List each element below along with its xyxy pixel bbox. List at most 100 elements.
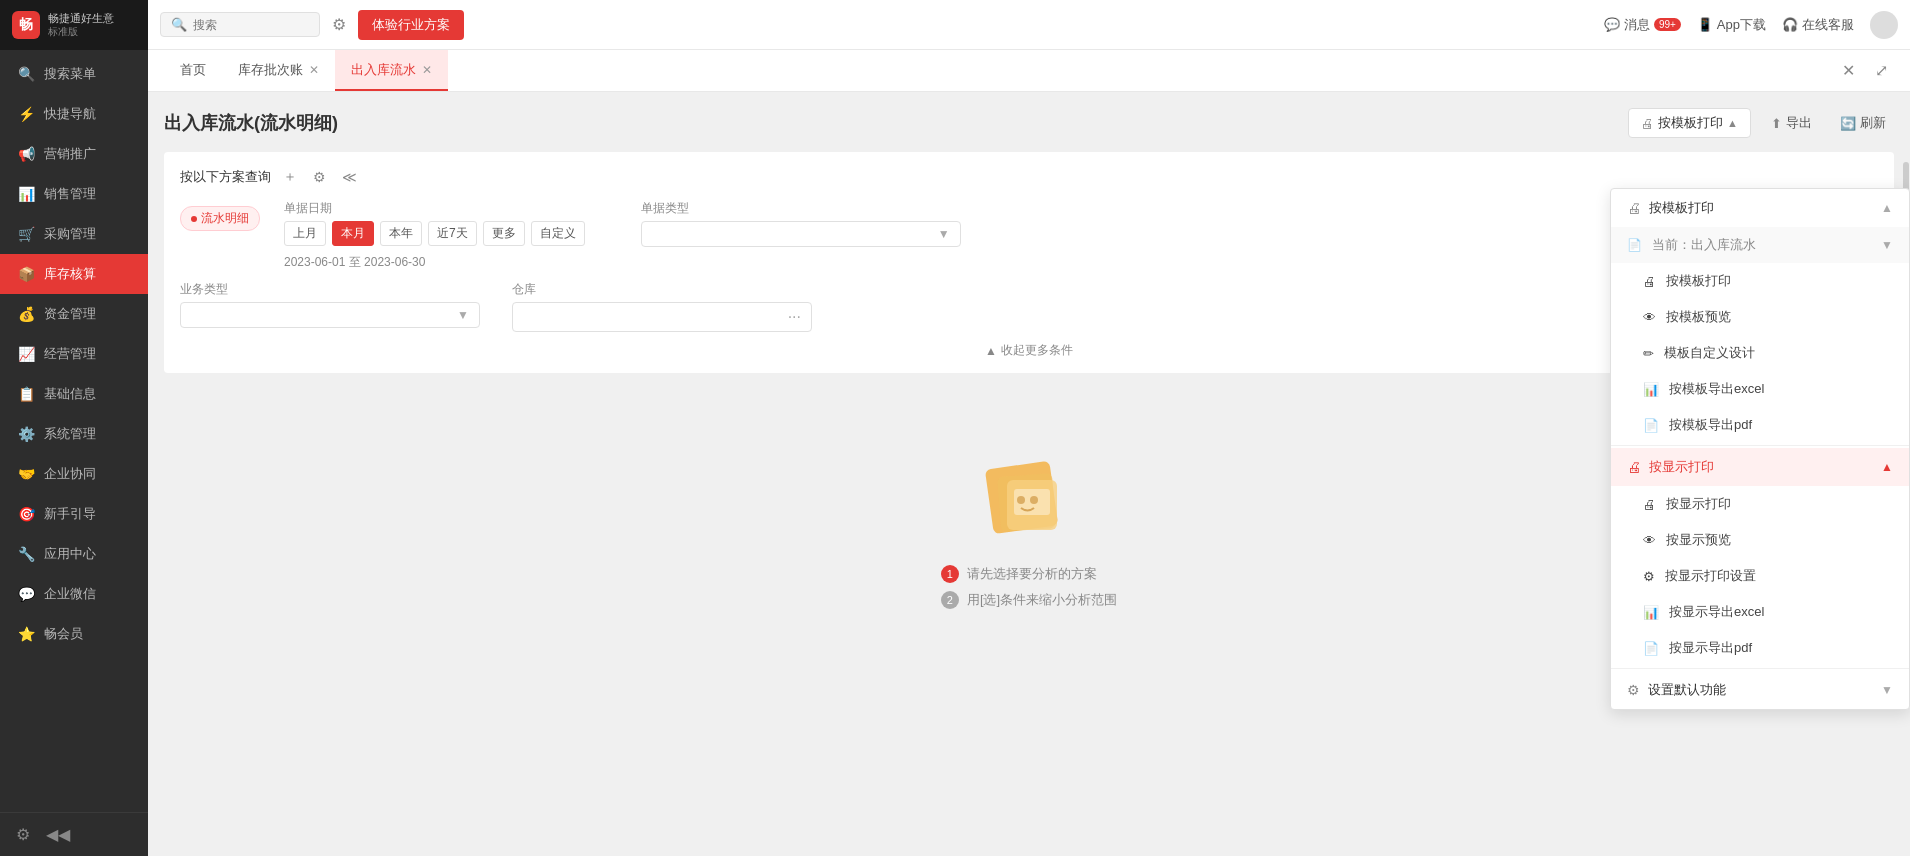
display-print-item-icon: 🖨 bbox=[1643, 497, 1656, 512]
display-print-section-header[interactable]: 🖨 按显示打印 ▲ bbox=[1611, 448, 1909, 486]
display-export-pdf-item[interactable]: 📄 按显示导出pdf bbox=[1611, 630, 1909, 666]
template-custom-label: 模板自定义设计 bbox=[1664, 344, 1755, 362]
template-print-item[interactable]: 🖨 按模板打印 bbox=[1611, 263, 1909, 299]
current-template-label: 📄 当前：出入库流水 ▼ bbox=[1611, 227, 1909, 263]
template-preview-icon: 👁 bbox=[1643, 310, 1656, 325]
sidebar-item-sales[interactable]: 📊 销售管理 bbox=[0, 174, 148, 214]
template-custom-item[interactable]: ✏ 模板自定义设计 bbox=[1611, 335, 1909, 371]
display-preview-item[interactable]: 👁 按显示预览 bbox=[1611, 522, 1909, 558]
tab-stock-flow[interactable]: 出入库流水 ✕ bbox=[335, 50, 448, 91]
biz-type-label: 业务类型 bbox=[180, 281, 480, 298]
set-default-chevron: ▼ bbox=[1881, 683, 1893, 697]
customer-service-label: 在线客服 bbox=[1802, 16, 1854, 34]
messages-button[interactable]: 💬 消息 99+ bbox=[1604, 16, 1681, 34]
filter-header: 按以下方案查询 ＋ ⚙ ≪ bbox=[180, 166, 1878, 188]
set-default-header[interactable]: ⚙ 设置默认功能 ▼ bbox=[1611, 671, 1909, 709]
sidebar-item-wechat[interactable]: 💬 企业微信 bbox=[0, 574, 148, 614]
display-export-excel-item[interactable]: 📊 按显示导出excel bbox=[1611, 594, 1909, 630]
chevron-down-icon: ▼ bbox=[938, 227, 950, 241]
sidebar-item-app-center[interactable]: 🔧 应用中心 bbox=[0, 534, 148, 574]
filter-tag[interactable]: 流水明细 bbox=[180, 206, 260, 231]
sidebar-item-inventory[interactable]: 📦 库存核算 bbox=[0, 254, 148, 294]
maximize-icon[interactable]: ⤢ bbox=[1869, 59, 1894, 82]
customer-service-button[interactable]: 🎧 在线客服 bbox=[1782, 16, 1854, 34]
filter-collapse-button[interactable]: ≪ bbox=[338, 167, 361, 187]
date-btn-7days[interactable]: 近7天 bbox=[428, 221, 477, 246]
current-label-icon: 📄 bbox=[1627, 238, 1642, 252]
inventory-icon: 📦 bbox=[16, 264, 36, 284]
filter-add-button[interactable]: ＋ bbox=[279, 166, 301, 188]
search-input[interactable] bbox=[193, 18, 309, 32]
sidebar-item-member[interactable]: ⭐ 畅会员 bbox=[0, 614, 148, 654]
template-print-section-header[interactable]: 🖨 按模板打印 ▲ bbox=[1611, 189, 1909, 227]
sidebar-item-finance[interactable]: 💰 资金管理 bbox=[0, 294, 148, 334]
messages-label: 消息 bbox=[1624, 16, 1650, 34]
sidebar-header: 畅 畅捷通好生意 标准版 bbox=[0, 0, 148, 50]
sidebar-item-label: 基础信息 bbox=[44, 385, 96, 403]
message-badge: 99+ bbox=[1654, 18, 1681, 31]
settings-footer-icon[interactable]: ⚙ bbox=[16, 825, 30, 844]
sidebar-item-guide[interactable]: 🎯 新手引导 bbox=[0, 494, 148, 534]
sidebar-item-marketing[interactable]: 📢 营销推广 bbox=[0, 134, 148, 174]
display-print-settings-item[interactable]: ⚙ 按显示打印设置 bbox=[1611, 558, 1909, 594]
tab-batch-account-label: 库存批次账 bbox=[238, 61, 303, 79]
filter-set-button[interactable]: ⚙ bbox=[309, 167, 330, 187]
tab-stock-flow-close[interactable]: ✕ bbox=[422, 63, 432, 77]
page-header: 出入库流水(流水明细) 🖨 按模板打印 ▲ ⬆ 导出 🔄 刷新 bbox=[164, 108, 1894, 138]
biz-type-select[interactable]: ▼ bbox=[180, 302, 480, 328]
close-all-tabs-icon[interactable]: ✕ bbox=[1836, 59, 1861, 82]
template-pdf-icon: 📄 bbox=[1643, 418, 1659, 433]
date-btn-more[interactable]: 更多 bbox=[483, 221, 525, 246]
collapse-conditions-button[interactable]: ▲ 收起更多条件 bbox=[985, 342, 1073, 359]
date-btn-custom[interactable]: 自定义 bbox=[531, 221, 585, 246]
sidebar-footer: ⚙ ◀◀ bbox=[0, 812, 148, 856]
user-avatar[interactable] bbox=[1870, 11, 1898, 39]
collapse-sidebar-icon[interactable]: ◀◀ bbox=[46, 825, 70, 844]
tab-stock-flow-label: 出入库流水 bbox=[351, 61, 416, 79]
brand-name: 畅捷通好生意 bbox=[48, 11, 114, 25]
topbar-search-box[interactable]: 🔍 bbox=[160, 12, 320, 37]
sidebar-item-operations[interactable]: 📈 经营管理 bbox=[0, 334, 148, 374]
sidebar-item-system[interactable]: ⚙️ 系统管理 bbox=[0, 414, 148, 454]
sidebar-item-search[interactable]: 🔍 搜索菜单 bbox=[0, 54, 148, 94]
app-center-icon: 🔧 bbox=[16, 544, 36, 564]
sidebar-item-purchase[interactable]: 🛒 采购管理 bbox=[0, 214, 148, 254]
display-export-pdf-label: 按显示导出pdf bbox=[1669, 639, 1752, 657]
print-dropdown-button[interactable]: 🖨 按模板打印 ▲ bbox=[1628, 108, 1751, 138]
sidebar-item-label: 库存核算 bbox=[44, 265, 96, 283]
template-export-excel-item[interactable]: 📊 按模板导出excel bbox=[1611, 371, 1909, 407]
sidebar-item-enterprise[interactable]: 🤝 企业协同 bbox=[0, 454, 148, 494]
date-btn-last-month[interactable]: 上月 bbox=[284, 221, 326, 246]
display-preview-icon: 👁 bbox=[1643, 533, 1656, 548]
tab-home[interactable]: 首页 bbox=[164, 50, 222, 91]
empty-hint-1: 1 请先选择要分析的方案 bbox=[941, 565, 1117, 583]
doc-type-select[interactable]: ▼ bbox=[641, 221, 961, 247]
tab-batch-account-close[interactable]: ✕ bbox=[309, 63, 319, 77]
template-preview-label: 按模板预览 bbox=[1666, 308, 1731, 326]
doc-type-label: 单据类型 bbox=[641, 200, 961, 217]
template-print-item-label: 按模板打印 bbox=[1666, 272, 1731, 290]
warehouse-select[interactable]: ··· bbox=[512, 302, 812, 332]
trial-button[interactable]: 体验行业方案 bbox=[358, 10, 464, 40]
template-export-pdf-item[interactable]: 📄 按模板导出pdf bbox=[1611, 407, 1909, 443]
sidebar-item-quick-nav[interactable]: ⚡ 快捷导航 bbox=[0, 94, 148, 134]
template-custom-icon: ✏ bbox=[1643, 346, 1654, 361]
sidebar-item-basic-info[interactable]: 📋 基础信息 bbox=[0, 374, 148, 414]
warehouse-more-icon[interactable]: ··· bbox=[788, 308, 801, 326]
refresh-button[interactable]: 🔄 刷新 bbox=[1832, 110, 1894, 136]
tab-batch-account[interactable]: 库存批次账 ✕ bbox=[222, 50, 335, 91]
date-btn-this-year[interactable]: 本年 bbox=[380, 221, 422, 246]
topbar-gear-icon[interactable]: ⚙ bbox=[328, 11, 350, 38]
date-btn-this-month[interactable]: 本月 bbox=[332, 221, 374, 246]
warehouse-label: 仓库 bbox=[512, 281, 812, 298]
template-preview-item[interactable]: 👁 按模板预览 bbox=[1611, 299, 1909, 335]
display-print-item[interactable]: 🖨 按显示打印 bbox=[1611, 486, 1909, 522]
refresh-label: 刷新 bbox=[1860, 114, 1886, 132]
tag-label: 流水明细 bbox=[201, 210, 249, 227]
sidebar-item-label: 快捷导航 bbox=[44, 105, 96, 123]
app-download-button[interactable]: 📱 App下载 bbox=[1697, 16, 1766, 34]
member-icon: ⭐ bbox=[16, 624, 36, 644]
export-button[interactable]: ⬆ 导出 bbox=[1763, 110, 1820, 136]
page-actions: 🖨 按模板打印 ▲ ⬆ 导出 🔄 刷新 bbox=[1628, 108, 1894, 138]
sidebar-item-label: 搜索菜单 bbox=[44, 65, 96, 83]
